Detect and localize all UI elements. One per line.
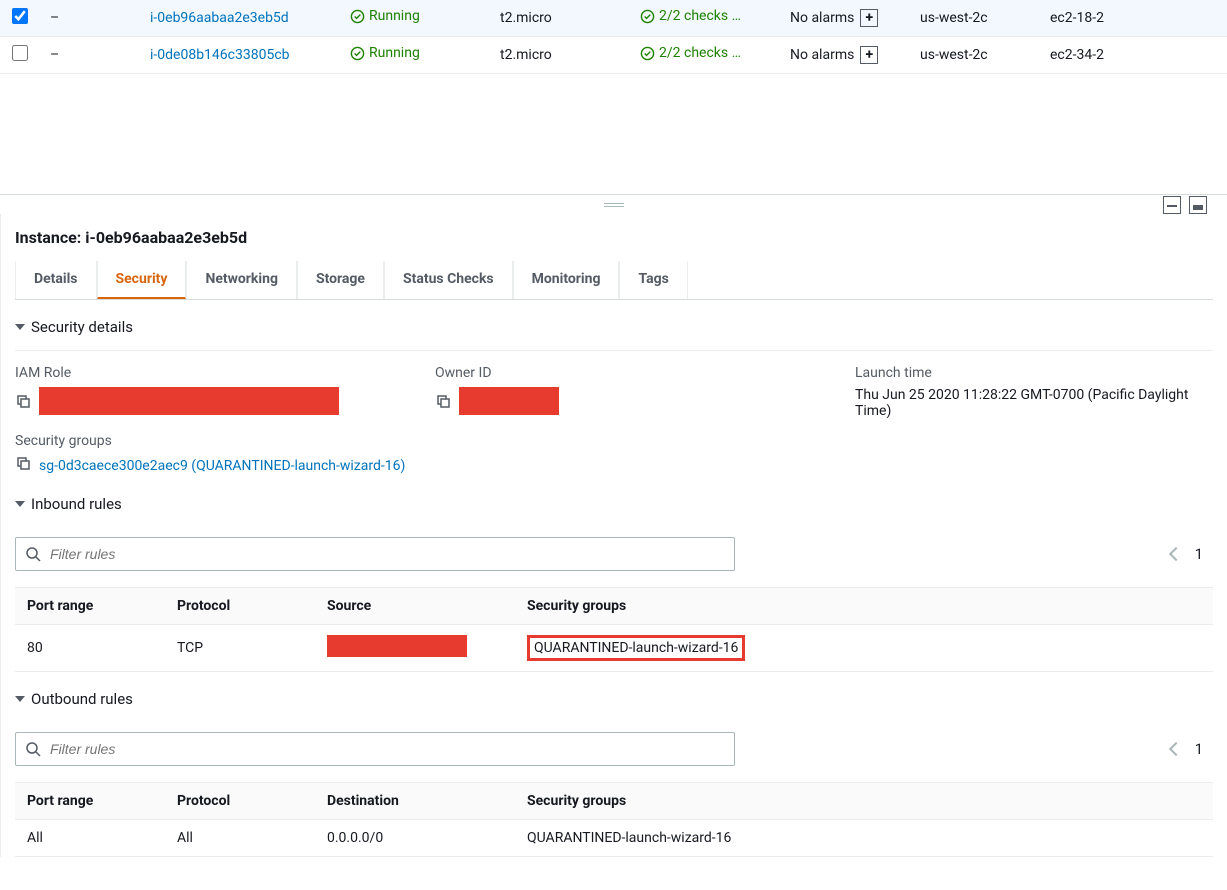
col-source[interactable]: Source	[315, 588, 515, 625]
launch-time-label: Launch time	[855, 365, 1213, 381]
instance-id-link[interactable]: i-0de08b146c33805cb	[150, 47, 290, 63]
page-number: 1	[1195, 545, 1203, 563]
protocol-value: TCP	[165, 625, 315, 672]
iam-role-redacted	[39, 387, 339, 415]
col-port-range[interactable]: Port range	[15, 783, 165, 820]
panel-resize-handle[interactable]	[0, 194, 1227, 214]
tab-monitoring[interactable]: Monitoring	[513, 261, 620, 299]
row-checkbox[interactable]	[12, 45, 28, 61]
inbound-rules-table: Port range Protocol Source Security grou…	[15, 587, 1213, 672]
outbound-rules-toggle[interactable]: Outbound rules	[15, 690, 1213, 708]
check-circle-icon	[350, 9, 365, 24]
col-port-range[interactable]: Port range	[15, 588, 165, 625]
grip-icon	[604, 203, 624, 207]
protocol-value: All	[165, 820, 315, 857]
collapse-icon	[15, 501, 25, 507]
outbound-rules-table: Port range Protocol Destination Security…	[15, 782, 1213, 857]
owner-id-redacted	[459, 387, 559, 415]
instance-id-link[interactable]: i-0eb96aabaa2e3eb5d	[150, 10, 289, 26]
tab-networking[interactable]: Networking	[186, 261, 297, 299]
security-groups-label: Security groups	[15, 433, 415, 449]
outbound-rule-row: All All 0.0.0.0/0 QUARANTINED-launch-wiz…	[15, 820, 1213, 857]
availability-zone: us-west-2c	[910, 37, 1040, 74]
inbound-pagination: 1	[1171, 545, 1203, 563]
copy-icon[interactable]	[15, 393, 31, 409]
iam-role-label: IAM Role	[15, 365, 415, 381]
destination-value: 0.0.0.0/0	[315, 820, 515, 857]
port-value: 80	[15, 625, 165, 672]
security-group-value: QUARANTINED-launch-wizard-16	[515, 820, 1213, 857]
instance-name: –	[40, 37, 140, 74]
public-dns: ec2-34-2	[1040, 37, 1227, 74]
row-checkbox[interactable]	[12, 8, 28, 24]
copy-icon[interactable]	[15, 455, 31, 471]
tab-security[interactable]: Security	[97, 261, 187, 299]
instances-table: – i-0eb96aabaa2e3eb5d Running t2.micro 2…	[0, 0, 1227, 74]
alarm-status: No alarms	[790, 47, 854, 63]
panel-maximize-button[interactable]	[1189, 196, 1207, 214]
launch-time-value: Thu Jun 25 2020 11:28:22 GMT-0700 (Pacif…	[855, 387, 1213, 419]
tab-tags[interactable]: Tags	[619, 261, 687, 299]
col-security-groups[interactable]: Security groups	[515, 783, 1213, 820]
table-row[interactable]: – i-0eb96aabaa2e3eb5d Running t2.micro 2…	[0, 0, 1227, 37]
table-empty-area	[0, 74, 1227, 194]
public-dns: ec2-18-2	[1040, 0, 1227, 37]
search-icon	[25, 741, 41, 757]
security-details-toggle[interactable]: Security details	[15, 318, 1213, 336]
security-details-grid: IAM Role Security groups sg-0d3caece300e…	[15, 350, 1213, 477]
outbound-filter-input[interactable]	[15, 732, 735, 766]
instance-type: t2.micro	[490, 0, 630, 37]
copy-icon[interactable]	[435, 393, 451, 409]
table-row[interactable]: – i-0de08b146c33805cb Running t2.micro 2…	[0, 37, 1227, 74]
instance-state: Running	[350, 8, 420, 24]
tab-storage[interactable]: Storage	[297, 261, 384, 299]
page-number: 1	[1195, 740, 1203, 758]
source-redacted	[327, 635, 467, 657]
check-circle-icon	[640, 9, 655, 24]
availability-zone: us-west-2c	[910, 0, 1040, 37]
col-destination[interactable]: Destination	[315, 783, 515, 820]
col-security-groups[interactable]: Security groups	[515, 588, 1213, 625]
status-checks[interactable]: 2/2 checks …	[640, 45, 741, 61]
panel-minimize-button[interactable]	[1163, 196, 1181, 214]
col-protocol[interactable]: Protocol	[165, 783, 315, 820]
tab-details[interactable]: Details	[15, 261, 97, 299]
check-circle-icon	[640, 46, 655, 61]
search-icon	[25, 546, 41, 562]
security-group-highlighted: QUARANTINED-launch-wizard-16	[527, 635, 745, 661]
col-protocol[interactable]: Protocol	[165, 588, 315, 625]
status-checks[interactable]: 2/2 checks …	[640, 8, 741, 24]
outbound-pagination: 1	[1171, 740, 1203, 758]
collapse-icon	[15, 696, 25, 702]
check-circle-icon	[350, 46, 365, 61]
instance-state: Running	[350, 45, 420, 61]
instance-detail-panel: Instance: i-0eb96aabaa2e3eb5d Details Se…	[0, 214, 1227, 857]
security-group-link[interactable]: sg-0d3caece300e2aec9 (QUARANTINED-launch…	[39, 455, 405, 477]
inbound-filter-input[interactable]	[15, 537, 735, 571]
detail-title: Instance: i-0eb96aabaa2e3eb5d	[15, 228, 1213, 247]
instance-name: –	[40, 0, 140, 37]
add-alarm-button[interactable]: +	[860, 9, 878, 27]
inbound-rule-row: 80 TCP QUARANTINED-launch-wizard-16	[15, 625, 1213, 672]
collapse-icon	[15, 324, 25, 330]
port-value: All	[15, 820, 165, 857]
owner-id-label: Owner ID	[435, 365, 835, 381]
alarm-status: No alarms	[790, 10, 854, 26]
prev-page-button[interactable]	[1168, 547, 1182, 561]
add-alarm-button[interactable]: +	[860, 46, 878, 64]
tab-status-checks[interactable]: Status Checks	[384, 261, 513, 299]
inbound-rules-toggle[interactable]: Inbound rules	[15, 495, 1213, 513]
instance-type: t2.micro	[490, 37, 630, 74]
prev-page-button[interactable]	[1168, 742, 1182, 756]
detail-tabs: Details Security Networking Storage Stat…	[15, 261, 1213, 300]
